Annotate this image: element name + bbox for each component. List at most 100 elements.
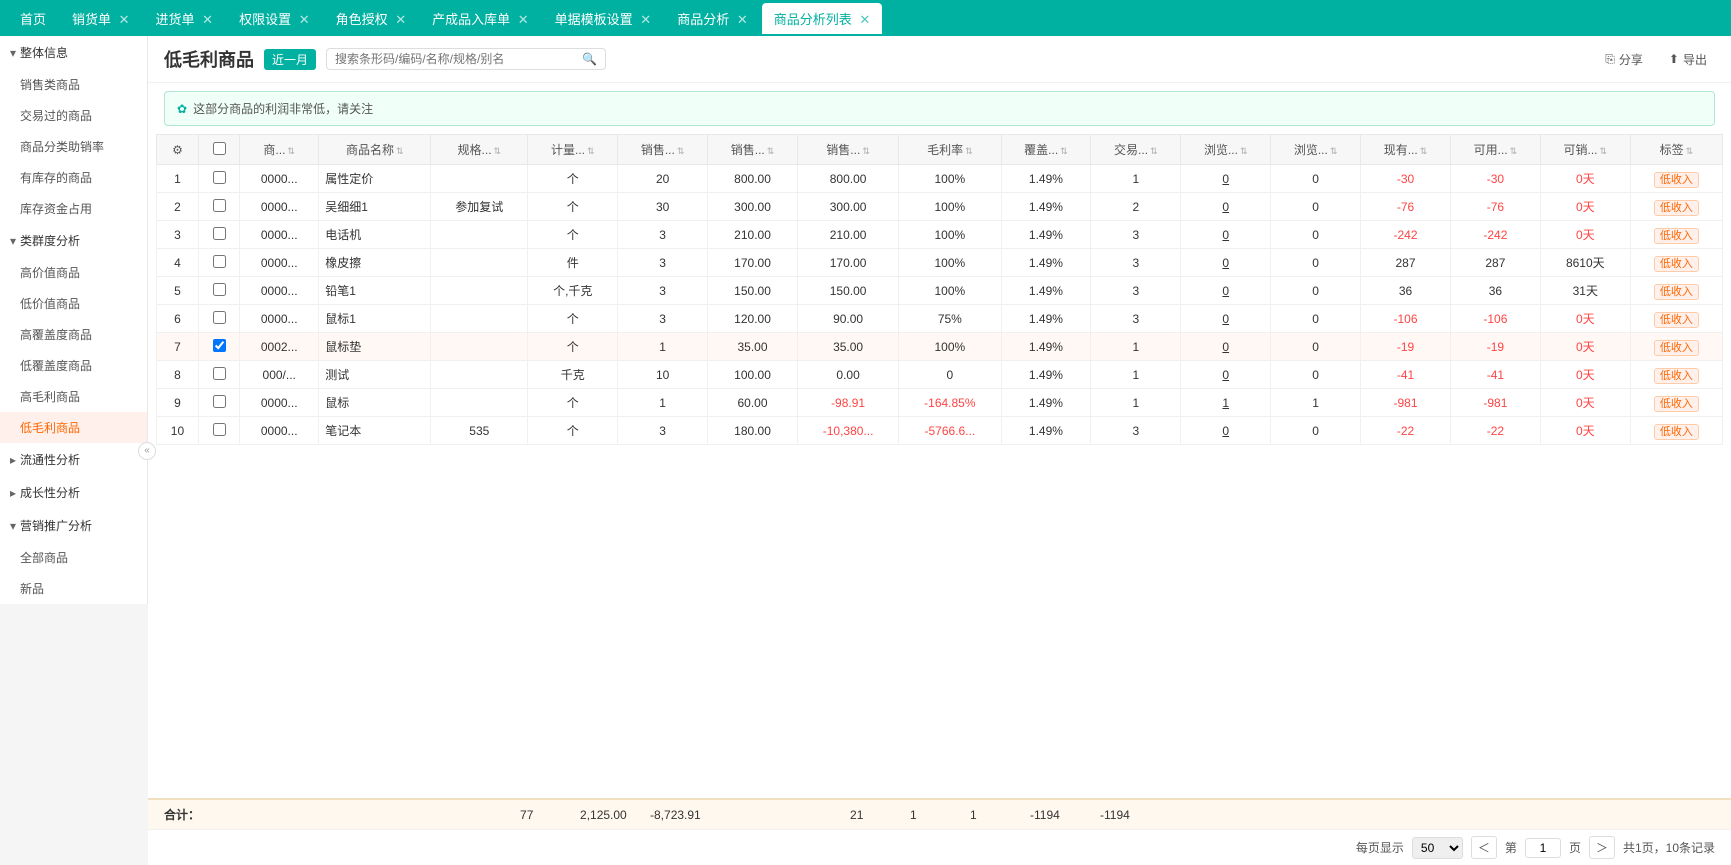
close-analysis-icon[interactable]: ✕: [737, 12, 748, 27]
cell-checkbox[interactable]: [198, 193, 239, 221]
close-sales-icon[interactable]: ✕: [119, 12, 130, 27]
col-checkbox-header[interactable]: [198, 135, 239, 165]
cell-checkbox[interactable]: [198, 305, 239, 333]
sidebar-group-cluster[interactable]: ▾ 类群度分析: [0, 224, 147, 257]
sidebar-item-high-coverage[interactable]: 高覆盖度商品: [0, 319, 147, 350]
col-name-header[interactable]: 商品名称⇅: [319, 135, 431, 165]
row-checkbox[interactable]: [213, 339, 226, 352]
nav-purchase[interactable]: 进货单 ✕: [144, 3, 226, 34]
col-sellable-header[interactable]: 可销...⇅: [1540, 135, 1630, 165]
cell-checkbox[interactable]: [198, 333, 239, 361]
cell-checkbox[interactable]: [198, 389, 239, 417]
close-analysis-list-icon[interactable]: ✕: [859, 12, 870, 27]
prev-page-button[interactable]: ＜: [1471, 836, 1497, 859]
cell-name[interactable]: 鼠标: [319, 389, 431, 417]
cell-name[interactable]: 吴细细1: [319, 193, 431, 221]
col-sales-amount-header[interactable]: 销售...⇅: [797, 135, 898, 165]
cell-name[interactable]: 铅笔1: [319, 277, 431, 305]
row-checkbox[interactable]: [213, 171, 226, 184]
row-checkbox[interactable]: [213, 395, 226, 408]
cell-name[interactable]: 笔记本: [319, 417, 431, 445]
select-all-checkbox[interactable]: [213, 142, 226, 155]
cell-name[interactable]: 鼠标垫: [319, 333, 431, 361]
col-available-header[interactable]: 可用...⇅: [1450, 135, 1540, 165]
cell-checkbox[interactable]: [198, 361, 239, 389]
sidebar-item-new-products[interactable]: 新品: [0, 573, 147, 604]
nav-permissions[interactable]: 权限设置 ✕: [227, 3, 322, 34]
sidebar-group-flow[interactable]: ▸ 流通性分析: [0, 443, 147, 476]
col-sales-qty-header[interactable]: 销售...⇅: [618, 135, 708, 165]
cell-name[interactable]: 属性定价: [319, 165, 431, 193]
sidebar-group-growth[interactable]: ▸ 成长性分析: [0, 476, 147, 509]
sidebar-item-high-margin[interactable]: 高毛利商品: [0, 381, 147, 412]
cell-name[interactable]: 测试: [319, 361, 431, 389]
cell-checkbox[interactable]: [198, 249, 239, 277]
export-button[interactable]: ⬆ 导出: [1661, 47, 1715, 72]
row-checkbox[interactable]: [213, 423, 226, 436]
sidebar-item-high-value[interactable]: 高价值商品: [0, 257, 147, 288]
col-gross-rate-header[interactable]: 毛利率⇅: [899, 135, 1001, 165]
nav-sales[interactable]: 销货单 ✕: [60, 3, 142, 34]
period-tag[interactable]: 近一月: [264, 49, 316, 70]
sidebar-group-overview[interactable]: ▾ 整体信息: [0, 36, 147, 69]
page-size-select[interactable]: 50 100 200: [1412, 837, 1463, 859]
sidebar-item-with-stock[interactable]: 有库存的商品: [0, 162, 147, 193]
close-purchase-icon[interactable]: ✕: [202, 12, 213, 27]
settings-icon[interactable]: ⚙: [172, 143, 183, 157]
row-checkbox[interactable]: [213, 227, 226, 240]
close-products-icon[interactable]: ✕: [518, 12, 529, 27]
cell-browse1[interactable]: 1: [1181, 389, 1271, 417]
sidebar-item-low-coverage[interactable]: 低覆盖度商品: [0, 350, 147, 381]
sidebar-collapse-button[interactable]: «: [138, 442, 156, 460]
sidebar-item-stock-capital[interactable]: 库存资金占用: [0, 193, 147, 224]
row-checkbox[interactable]: [213, 199, 226, 212]
sidebar-group-marketing[interactable]: ▾ 营销推广分析: [0, 509, 147, 542]
nav-analysis-list[interactable]: 商品分析列表 ✕: [762, 3, 883, 34]
search-box[interactable]: 🔍: [326, 48, 606, 70]
row-checkbox[interactable]: [213, 367, 226, 380]
cell-browse1[interactable]: 0: [1181, 249, 1271, 277]
col-unit-header[interactable]: 计量...⇅: [528, 135, 618, 165]
sidebar-item-category-sales-rate[interactable]: 商品分类助销率: [0, 131, 147, 162]
cell-checkbox[interactable]: [198, 417, 239, 445]
cell-name[interactable]: 鼠标1: [319, 305, 431, 333]
sidebar-item-sales-category[interactable]: 销售类商品: [0, 69, 147, 100]
sidebar-item-all-products[interactable]: 全部商品: [0, 542, 147, 573]
nav-roles[interactable]: 角色授权 ✕: [324, 3, 419, 34]
search-icon[interactable]: 🔍: [582, 52, 597, 66]
current-page-input[interactable]: [1525, 838, 1561, 858]
col-trade-header[interactable]: 交易...⇅: [1091, 135, 1181, 165]
close-template-icon[interactable]: ✕: [640, 12, 651, 27]
next-page-button[interactable]: ＞: [1589, 836, 1615, 859]
col-settings[interactable]: ⚙: [157, 135, 199, 165]
row-checkbox[interactable]: [213, 255, 226, 268]
cell-checkbox[interactable]: [198, 165, 239, 193]
col-sales-price-header[interactable]: 销售...⇅: [708, 135, 798, 165]
close-permissions-icon[interactable]: ✕: [299, 12, 310, 27]
cell-name[interactable]: 橡皮擦: [319, 249, 431, 277]
cell-name[interactable]: 电话机: [319, 221, 431, 249]
cell-checkbox[interactable]: [198, 221, 239, 249]
close-roles-icon[interactable]: ✕: [395, 12, 406, 27]
row-checkbox[interactable]: [213, 311, 226, 324]
col-current-header[interactable]: 现有...⇅: [1361, 135, 1451, 165]
nav-analysis[interactable]: 商品分析 ✕: [665, 3, 760, 34]
col-browse2-header[interactable]: 浏览...⇅: [1271, 135, 1361, 165]
cell-browse1[interactable]: 0: [1181, 305, 1271, 333]
sidebar-item-low-value[interactable]: 低价值商品: [0, 288, 147, 319]
share-button[interactable]: ⎘ 分享: [1597, 47, 1651, 72]
col-code-header[interactable]: 商...⇅: [240, 135, 319, 165]
col-coverage-header[interactable]: 覆盖...⇅: [1001, 135, 1091, 165]
row-checkbox[interactable]: [213, 283, 226, 296]
cell-browse1[interactable]: 0: [1181, 165, 1271, 193]
cell-browse1[interactable]: 0: [1181, 361, 1271, 389]
search-input[interactable]: [335, 52, 578, 66]
nav-template[interactable]: 单据模板设置 ✕: [543, 3, 664, 34]
sidebar-item-low-margin[interactable]: 低毛利商品: [0, 412, 147, 443]
sidebar-item-traded[interactable]: 交易过的商品: [0, 100, 147, 131]
cell-browse1[interactable]: 0: [1181, 417, 1271, 445]
table-container[interactable]: ⚙ 商...⇅ 商品名称⇅ 规格...⇅ 计量...⇅ 销售...⇅ 销售...…: [148, 134, 1731, 798]
nav-products[interactable]: 产成品入库单 ✕: [420, 3, 541, 34]
nav-home[interactable]: 首页: [8, 3, 58, 34]
cell-checkbox[interactable]: [198, 277, 239, 305]
